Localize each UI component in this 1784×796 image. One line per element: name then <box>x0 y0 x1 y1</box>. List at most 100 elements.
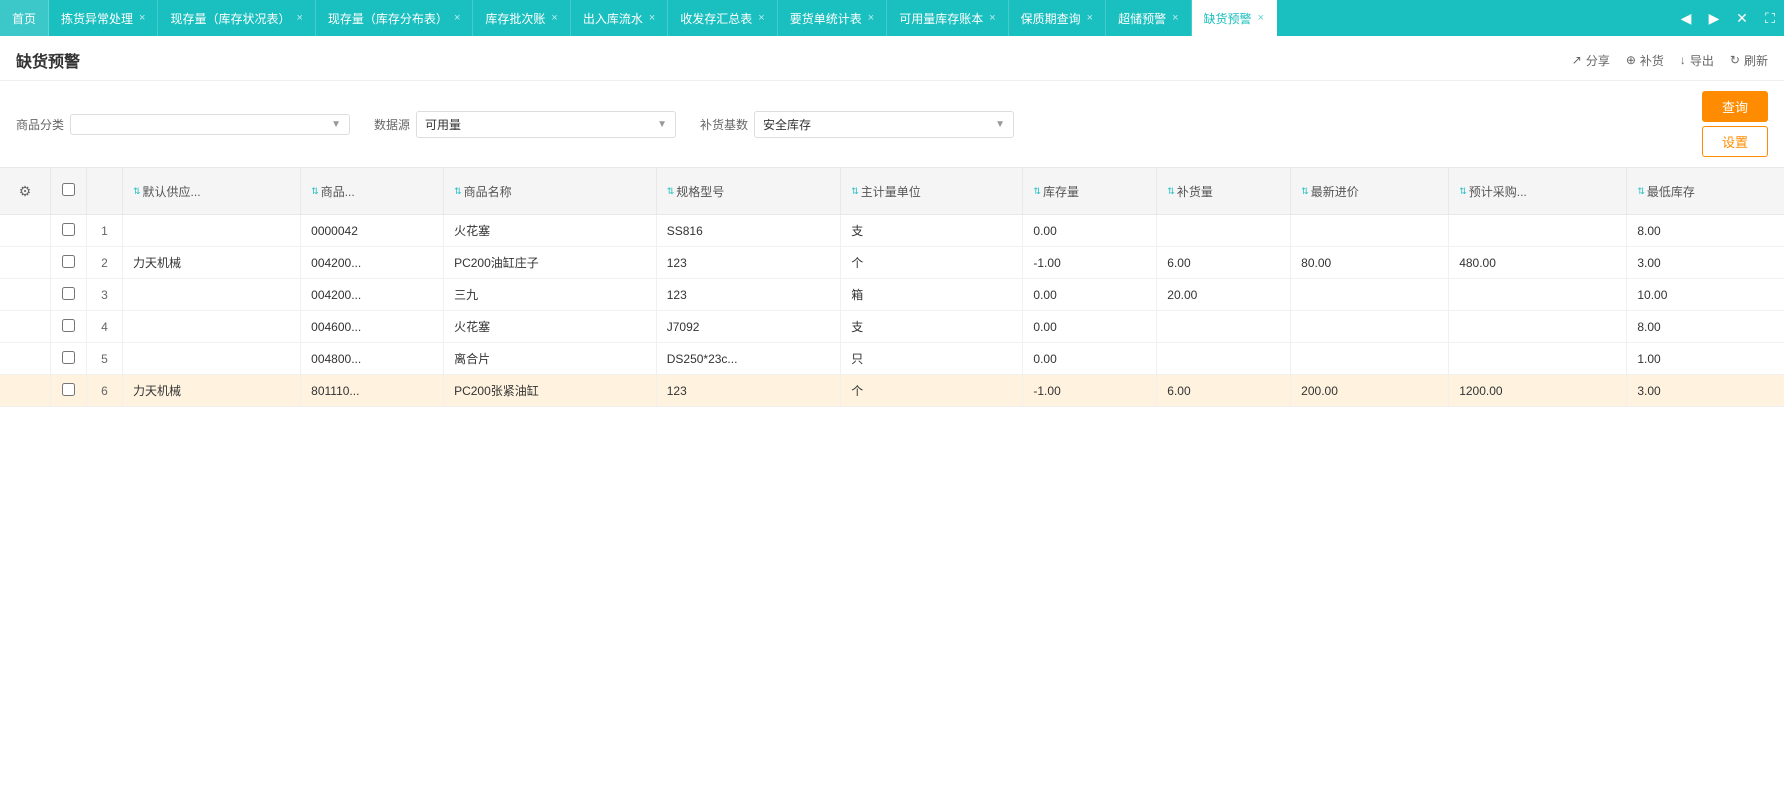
row-latest-price: 200.00 <box>1291 375 1449 407</box>
sort-icon-spec: ⇅ <box>667 186 675 197</box>
row-unit: 支 <box>841 311 1023 343</box>
row-checkbox[interactable] <box>62 287 75 300</box>
row-latest-price <box>1291 343 1449 375</box>
refresh-button[interactable]: ↻ 刷新 <box>1730 52 1768 69</box>
tab-close-receive-summary[interactable]: × <box>758 12 764 24</box>
row-checkbox[interactable] <box>62 255 75 268</box>
row-checkbox[interactable] <box>62 383 75 396</box>
tab-inout-flow[interactable]: 出入库流水 × <box>571 0 668 36</box>
row-checkbox-cell[interactable] <box>51 375 87 407</box>
restock-button[interactable]: ⊕ 补货 <box>1626 52 1664 69</box>
tab-close-demand-stats[interactable]: × <box>868 12 874 24</box>
tab-close-abnormal[interactable]: × <box>139 12 145 24</box>
row-num: 4 <box>87 311 123 343</box>
datasource-filter: 数据源 可用量 ▼ <box>374 111 676 138</box>
row-spec: 123 <box>656 247 841 279</box>
sort-icon-estimated: ⇅ <box>1459 186 1467 197</box>
tab-fullscreen-button[interactable]: ⛶ <box>1756 0 1784 36</box>
row-checkbox-cell[interactable] <box>51 279 87 311</box>
row-restock-qty: 6.00 <box>1157 375 1291 407</box>
th-min-stock[interactable]: ⇅ 最低库存 <box>1627 168 1784 215</box>
main-content: 缺货预警 ↗ 分享 ⊕ 补货 ↓ 导出 ↻ 刷新 商品分类 <box>0 36 1784 796</box>
th-default-supplier[interactable]: ⇅ 默认供应... <box>123 168 301 215</box>
th-product-code[interactable]: ⇅ 商品... <box>301 168 444 215</box>
th-estimated-purchase[interactable]: ⇅ 预计采购... <box>1449 168 1627 215</box>
row-latest-price <box>1291 279 1449 311</box>
tab-prev-button[interactable]: ◀ <box>1672 0 1700 36</box>
row-spec: 123 <box>656 375 841 407</box>
tab-close-all-button[interactable]: ✕ <box>1728 0 1756 36</box>
th-spec[interactable]: ⇅ 规格型号 <box>656 168 841 215</box>
row-min-stock: 10.00 <box>1627 279 1784 311</box>
th-restock-qty[interactable]: ⇅ 补货量 <box>1157 168 1291 215</box>
th-product-name[interactable]: ⇅ 商品名称 <box>444 168 657 215</box>
tab-close-overstock-warning[interactable]: × <box>1172 12 1178 24</box>
restock-base-select[interactable]: 安全库存 ▼ <box>754 111 1014 138</box>
export-button[interactable]: ↓ 导出 <box>1680 52 1714 69</box>
tab-close-expiry-query[interactable]: × <box>1087 12 1093 24</box>
tab-shortage-warning[interactable]: 缺货预警 × <box>1192 0 1277 36</box>
tab-overstock-warning[interactable]: 超储预警 × <box>1106 0 1191 36</box>
row-product-name: 三九 <box>444 279 657 311</box>
tab-available-ledger[interactable]: 可用量库存账本 × <box>887 0 1008 36</box>
table-row[interactable]: 1 0000042 火花塞 SS816 支 0.00 8.00 <box>0 215 1784 247</box>
row-num: 3 <box>87 279 123 311</box>
tab-home[interactable]: 首页 <box>0 0 49 36</box>
row-product-name: 火花塞 <box>444 215 657 247</box>
row-estimated-purchase <box>1449 343 1627 375</box>
th-unit[interactable]: ⇅ 主计量单位 <box>841 168 1023 215</box>
table-row[interactable]: 6 力天机械 801110... PC200张紧油缸 123 个 -1.00 6… <box>0 375 1784 407</box>
tab-close-inout-flow[interactable]: × <box>649 12 655 24</box>
sort-icon-min-stock: ⇅ <box>1637 186 1645 197</box>
tab-bar: 首页 拣货异常处理 × 现存量（库存状况表） × 现存量（库存分布表） × 库存… <box>0 0 1784 36</box>
row-product-code: 801110... <box>301 375 444 407</box>
row-settings-cell <box>0 343 51 375</box>
tab-close-shortage-warning[interactable]: × <box>1258 12 1264 24</box>
row-checkbox[interactable] <box>62 319 75 332</box>
tab-close-batch-account[interactable]: × <box>551 12 557 24</box>
row-checkbox[interactable] <box>62 351 75 364</box>
share-button[interactable]: ↗ 分享 <box>1572 52 1610 69</box>
select-all-checkbox[interactable] <box>62 183 75 196</box>
page-title: 缺货预警 <box>16 48 80 72</box>
tab-abnormal[interactable]: 拣货异常处理 × <box>49 0 158 36</box>
row-estimated-purchase: 480.00 <box>1449 247 1627 279</box>
tab-receive-summary[interactable]: 收发存汇总表 × <box>668 0 777 36</box>
settings-button[interactable]: 设置 <box>1702 126 1768 157</box>
tab-batch-account[interactable]: 库存批次账 × <box>473 0 570 36</box>
tab-expiry-query[interactable]: 保质期查询 × <box>1009 0 1106 36</box>
sort-icon-name: ⇅ <box>454 186 462 197</box>
th-latest-price[interactable]: ⇅ 最新进价 <box>1291 168 1449 215</box>
row-num: 5 <box>87 343 123 375</box>
row-min-stock: 3.00 <box>1627 375 1784 407</box>
row-settings-cell <box>0 279 51 311</box>
tab-close-available-ledger[interactable]: × <box>989 12 995 24</box>
tab-inventory-dist[interactable]: 现存量（库存分布表） × <box>316 0 473 36</box>
row-product-code: 004800... <box>301 343 444 375</box>
column-settings-icon[interactable]: ⚙ <box>10 176 40 206</box>
sort-icon-unit: ⇅ <box>851 186 859 197</box>
tab-inventory-status[interactable]: 现存量（库存状况表） × <box>158 0 315 36</box>
th-settings[interactable]: ⚙ <box>0 168 51 215</box>
category-select[interactable]: ▼ <box>70 114 350 135</box>
row-checkbox[interactable] <box>62 223 75 236</box>
row-checkbox-cell[interactable] <box>51 311 87 343</box>
th-stock-qty[interactable]: ⇅ 库存量 <box>1023 168 1157 215</box>
query-button[interactable]: 查询 <box>1702 91 1768 122</box>
tab-next-button[interactable]: ▶ <box>1700 0 1728 36</box>
row-checkbox-cell[interactable] <box>51 343 87 375</box>
row-spec: 123 <box>656 279 841 311</box>
row-checkbox-cell[interactable] <box>51 215 87 247</box>
table-row[interactable]: 3 004200... 三九 123 箱 0.00 20.00 10.00 <box>0 279 1784 311</box>
tab-close-inventory-status[interactable]: × <box>296 12 302 24</box>
row-product-code: 004200... <box>301 279 444 311</box>
datasource-select[interactable]: 可用量 ▼ <box>416 111 676 138</box>
table-row[interactable]: 5 004800... 离合片 DS250*23c... 只 0.00 1.00 <box>0 343 1784 375</box>
tab-close-inventory-dist[interactable]: × <box>454 12 460 24</box>
tab-demand-stats[interactable]: 要货单统计表 × <box>778 0 887 36</box>
restock-base-label: 补货基数 <box>700 116 748 133</box>
table-row[interactable]: 2 力天机械 004200... PC200油缸庄子 123 个 -1.00 6… <box>0 247 1784 279</box>
table-row[interactable]: 4 004600... 火花塞 J7092 支 0.00 8.00 <box>0 311 1784 343</box>
row-checkbox-cell[interactable] <box>51 247 87 279</box>
header-actions: ↗ 分享 ⊕ 补货 ↓ 导出 ↻ 刷新 <box>1572 52 1768 69</box>
